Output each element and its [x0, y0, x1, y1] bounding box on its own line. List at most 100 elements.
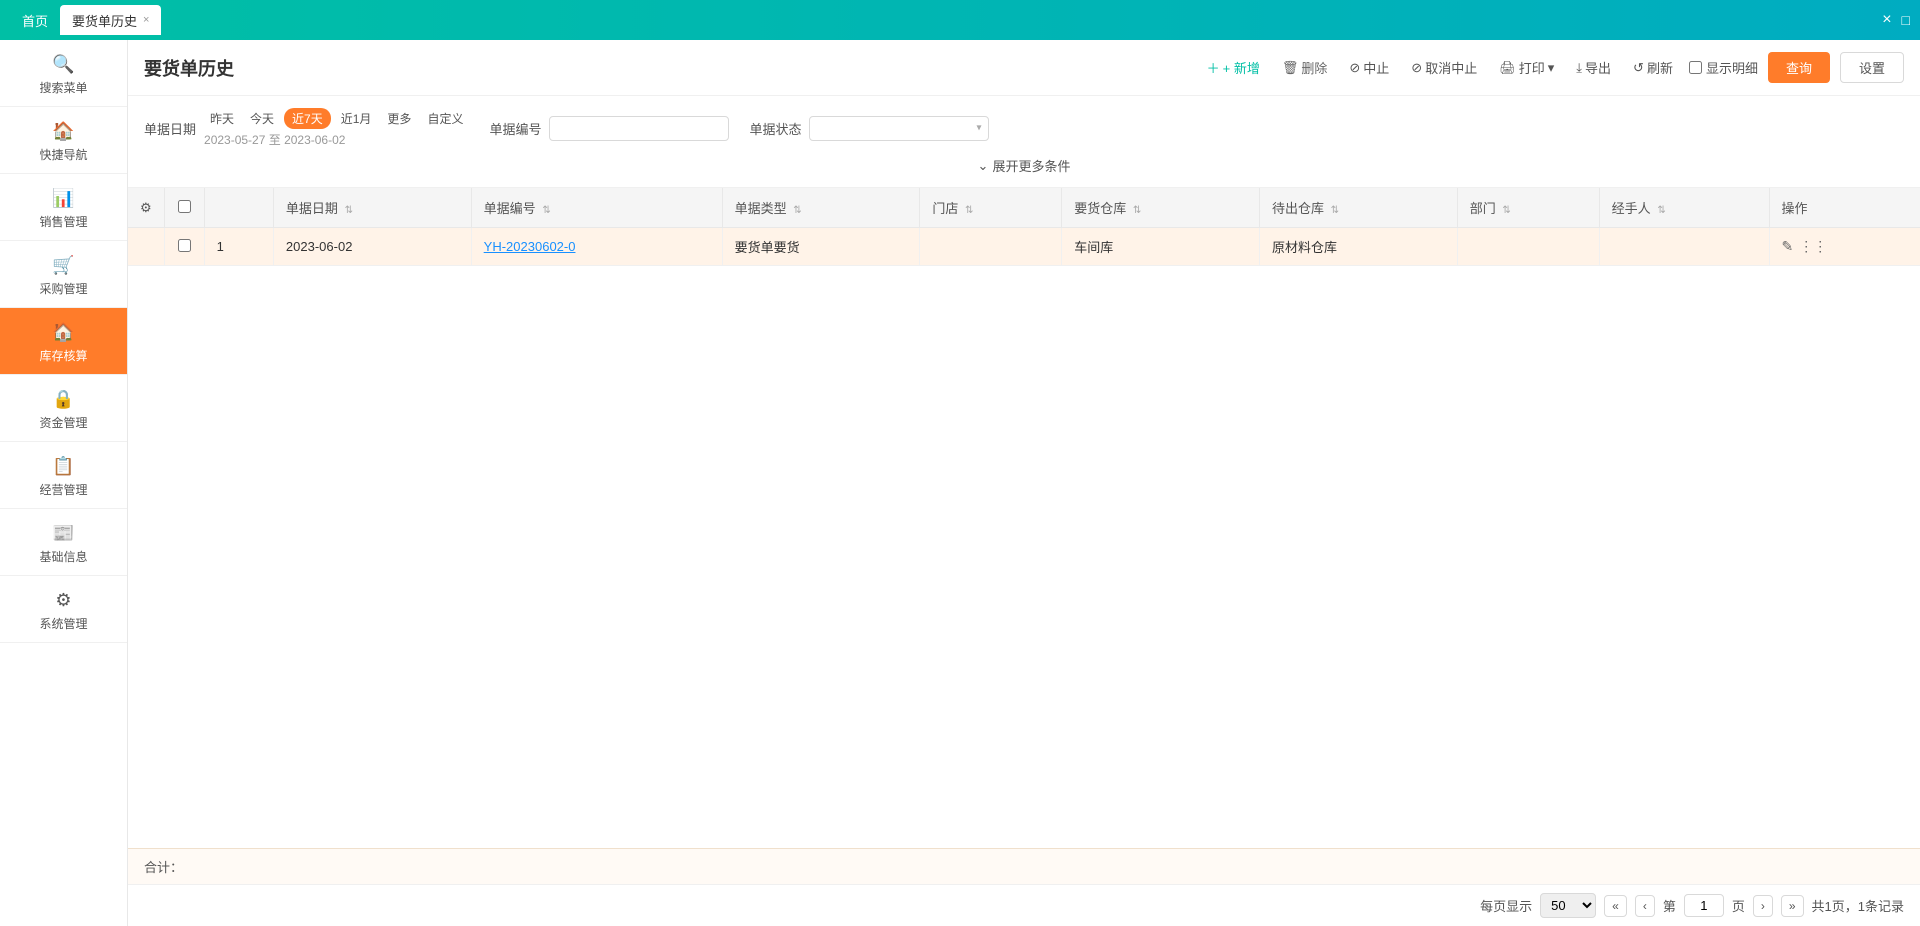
main-table: ⚙ 单据日期 ⇅ 单据编号 ⇅	[128, 188, 1920, 266]
expand-more-icon: ⌄	[978, 158, 989, 174]
first-page-button[interactable]: «	[1604, 895, 1627, 917]
shortcut-1month[interactable]: 近1月	[335, 108, 378, 129]
operations-icon: 📋	[52, 456, 74, 477]
purchase-icon: 🛒	[52, 255, 74, 276]
col-doc-no-sort-icon: ⇅	[542, 205, 550, 216]
shortcut-custom[interactable]: 自定义	[421, 108, 469, 129]
table-row[interactable]: 1 2023-06-02 YH-20230602-0 要货单要货 车间库 原材料…	[128, 228, 1920, 266]
sidebar-item-label-purchase: 采购管理	[39, 280, 87, 297]
col-doc-type[interactable]: 单据类型 ⇅	[722, 188, 920, 228]
shortcut-today[interactable]: 今天	[244, 108, 280, 129]
sidebar-item-system[interactable]: ⚙ 系统管理	[0, 576, 127, 643]
prev-page-button[interactable]: ‹	[1635, 895, 1655, 917]
docno-label: 单据编号	[489, 119, 541, 138]
basic-icon: 📰	[52, 523, 74, 544]
sidebar-item-finance[interactable]: 🔒 资金管理	[0, 375, 127, 442]
sidebar-item-label-inventory: 库存核算	[39, 347, 87, 364]
stop-button[interactable]: ⊘ 中止	[1343, 54, 1395, 81]
col-doc-date-sort-icon: ⇅	[345, 205, 353, 216]
col-store[interactable]: 门店 ⇅	[920, 188, 1062, 228]
date-filter-label: 单据日期	[144, 119, 196, 138]
last-page-button[interactable]: »	[1781, 895, 1804, 917]
sidebar-item-search-menu[interactable]: 🔍 搜索菜单	[0, 40, 127, 107]
shortcut-7days[interactable]: 近7天	[284, 108, 331, 129]
sidebar-item-inventory[interactable]: 🏠 库存核算	[0, 308, 127, 375]
row-checkbox[interactable]	[178, 239, 191, 252]
cell-index: 1	[204, 228, 273, 266]
export-icon: ⤓	[1576, 60, 1582, 76]
shortcut-more[interactable]: 更多	[381, 108, 417, 129]
cancel-stop-button[interactable]: ⊘ 取消中止	[1405, 54, 1483, 81]
sidebar-item-sales[interactable]: 📊 销售管理	[0, 174, 127, 241]
stop-label: 中止	[1363, 58, 1389, 77]
tab-close-icon[interactable]: ×	[143, 14, 149, 26]
col-handler-label: 经手人	[1612, 201, 1651, 216]
page-title: 要货单历史	[144, 55, 1201, 81]
stop-icon: ⊘	[1349, 60, 1360, 76]
footer-summary: 合计：	[128, 848, 1920, 884]
add-button[interactable]: ＋ + 新增	[1201, 54, 1266, 81]
col-req-warehouse[interactable]: 要货仓库 ⇅	[1062, 188, 1260, 228]
col-pending-warehouse[interactable]: 待出仓库 ⇅	[1260, 188, 1458, 228]
sidebar-item-basic[interactable]: 📰 基础信息	[0, 509, 127, 576]
tab-active[interactable]: 要货单历史 ×	[60, 5, 161, 35]
pagination: 每页显示 20 50 100 200 « ‹ 第 页 › » 共1页，1条记录	[128, 884, 1920, 926]
print-icon: 🖨	[1499, 60, 1516, 76]
col-doc-date[interactable]: 单据日期 ⇅	[273, 188, 471, 228]
page-size-select[interactable]: 20 50 100 200	[1540, 893, 1596, 918]
toolbar: ＋ + 新增 🗑 删除 ⊘ 中止 ⊘ 取消中止 🖨 打印	[1201, 52, 1904, 83]
cell-doc-date: 2023-06-02	[273, 228, 471, 266]
display-detail-checkbox[interactable]	[1689, 61, 1702, 74]
next-page-button[interactable]: ›	[1753, 895, 1773, 917]
select-all-checkbox[interactable]	[178, 200, 191, 213]
print-button[interactable]: 🖨 打印 ▾	[1493, 54, 1560, 81]
row-more-icon[interactable]: ⋮⋮	[1799, 238, 1827, 255]
table-body: 1 2023-06-02 YH-20230602-0 要货单要货 车间库 原材料…	[128, 228, 1920, 266]
settings-button[interactable]: 设置	[1840, 52, 1904, 83]
doc-no-link[interactable]: YH-20230602-0	[484, 239, 576, 254]
row-edit-icon[interactable]: ✎	[1782, 238, 1794, 255]
cell-checkbox	[164, 228, 204, 266]
export-button[interactable]: ⤓ 导出	[1570, 54, 1617, 81]
col-doc-date-label: 单据日期	[286, 201, 338, 216]
col-doc-no[interactable]: 单据编号 ⇅	[471, 188, 722, 228]
quick-nav-icon: 🏠	[52, 121, 74, 142]
col-doc-type-sort-icon: ⇅	[793, 205, 801, 216]
page-input[interactable]	[1684, 894, 1724, 917]
display-detail-button[interactable]: 显示明细	[1689, 58, 1758, 77]
col-store-sort-icon: ⇅	[965, 205, 973, 216]
sidebar-item-quick-nav[interactable]: 🏠 快捷导航	[0, 107, 127, 174]
status-select-wrapper: ▾	[809, 116, 989, 141]
print-label: 打印	[1519, 58, 1545, 77]
docno-input[interactable]	[549, 116, 729, 141]
display-detail-label: 显示明细	[1706, 58, 1758, 77]
page-label: 第	[1663, 896, 1676, 915]
add-label: + 新增	[1223, 58, 1260, 77]
col-handler[interactable]: 经手人 ⇅	[1599, 188, 1769, 228]
delete-button[interactable]: 🗑 删除	[1276, 54, 1334, 81]
expand-more-button[interactable]: ⌄ 展开更多条件	[144, 156, 1904, 175]
tab-home[interactable]: 首页	[10, 5, 60, 35]
sidebar-item-purchase[interactable]: 🛒 采购管理	[0, 241, 127, 308]
window-maximize-icon[interactable]: □	[1902, 12, 1910, 28]
filter-area: 单据日期 昨天 今天 近7天 近1月 更多 自定义 2023-05-27 至 2…	[128, 96, 1920, 188]
cell-pending-warehouse: 原材料仓库	[1260, 228, 1458, 266]
col-store-label: 门店	[932, 201, 958, 216]
refresh-label: 刷新	[1647, 58, 1673, 77]
print-arrow-icon: ▾	[1548, 60, 1555, 76]
sidebar-item-operations[interactable]: 📋 经营管理	[0, 442, 127, 509]
cancel-stop-label: 取消中止	[1425, 58, 1477, 77]
cell-req-warehouse: 车间库	[1062, 228, 1260, 266]
sidebar-item-label-system: 系统管理	[39, 615, 87, 632]
refresh-button[interactable]: ↺ 刷新	[1627, 54, 1679, 81]
cell-gear	[128, 228, 164, 266]
col-gear[interactable]: ⚙	[128, 188, 164, 228]
shortcut-yesterday[interactable]: 昨天	[204, 108, 240, 129]
window-close-icon[interactable]: ×	[1882, 11, 1891, 29]
row-actions: ✎ ⋮⋮	[1782, 238, 1909, 255]
top-bar-right: × □	[1882, 11, 1910, 29]
query-button[interactable]: 查询	[1768, 52, 1830, 83]
main-layout: 🔍 搜索菜单 🏠 快捷导航 📊 销售管理 🛒 采购管理 🏠 库存核算 🔒 资金管…	[0, 40, 1920, 926]
status-select[interactable]	[809, 116, 989, 141]
col-department[interactable]: 部门 ⇅	[1457, 188, 1599, 228]
